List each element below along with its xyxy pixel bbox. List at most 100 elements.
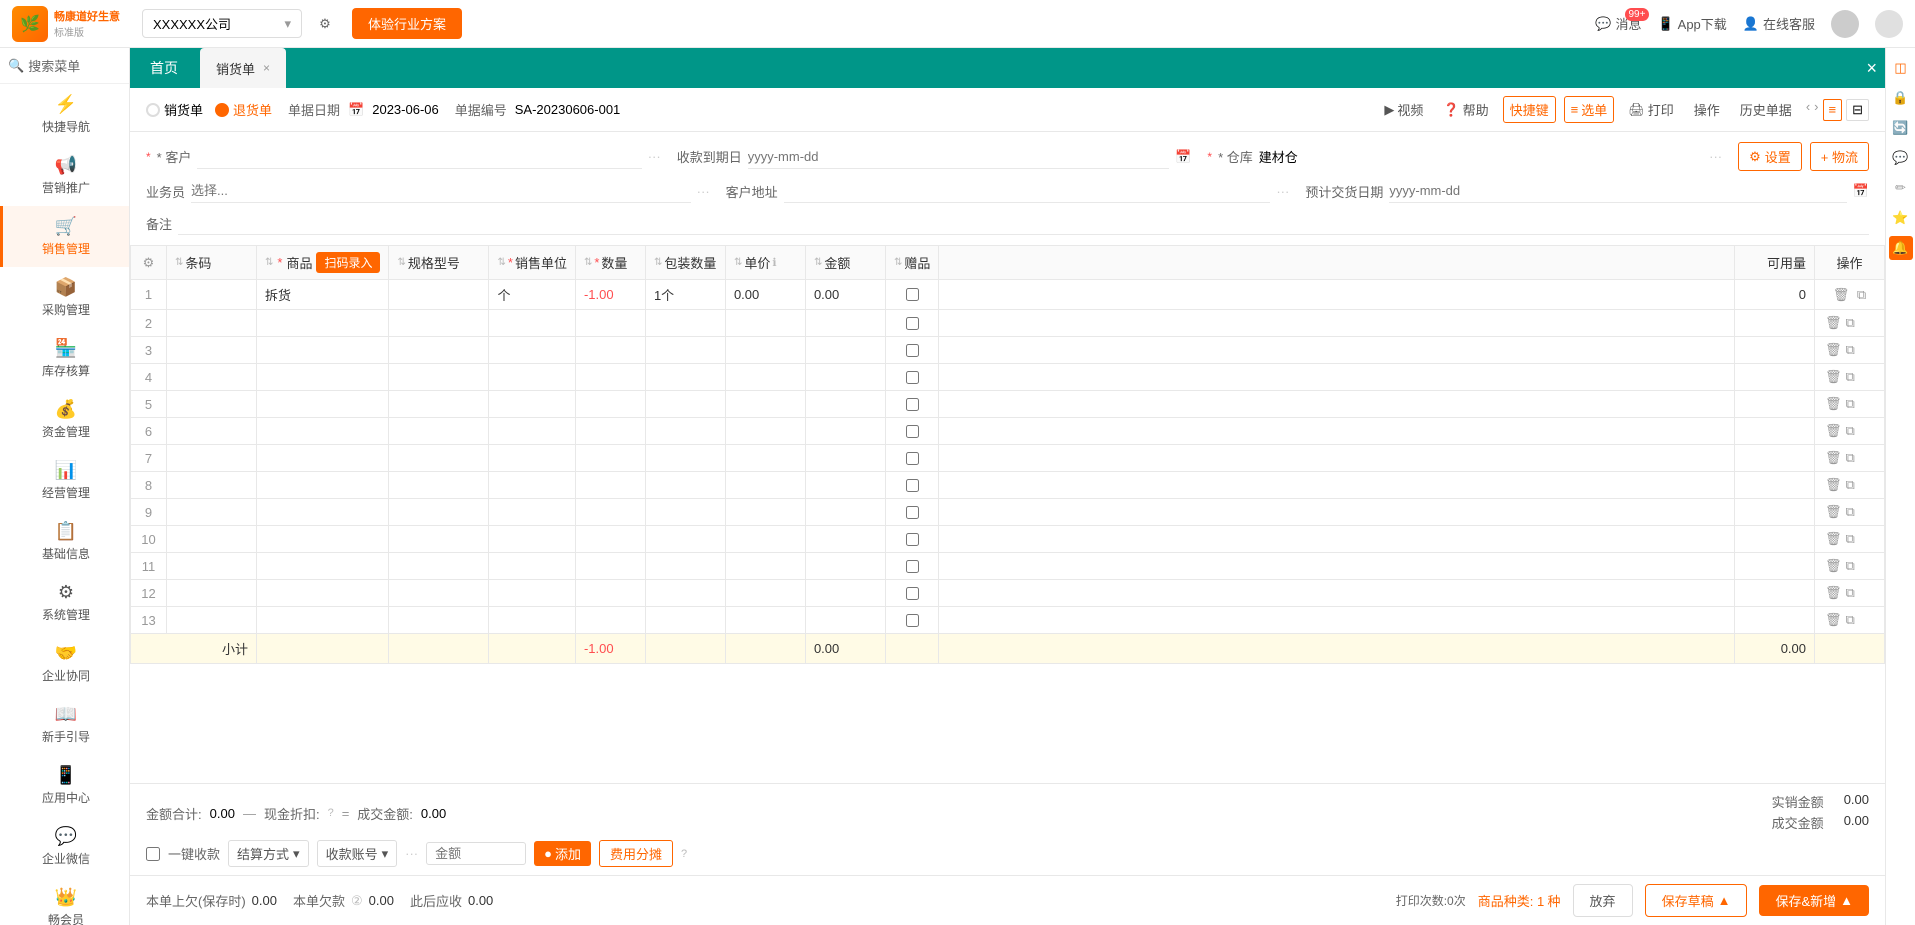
customer-address-input[interactable] [784,179,1271,203]
copy-icon-1[interactable]: ⧉ [1857,287,1866,302]
row-unit-8[interactable] [489,472,575,499]
delete-icon-7[interactable]: 🗑 [1825,450,1842,465]
row-price-4[interactable] [725,364,805,391]
gift-checkbox-8[interactable] [906,479,919,492]
row-spec-10[interactable] [389,526,489,553]
history-button[interactable]: 历史单据 [1734,97,1798,122]
row-pkgqty-9[interactable] [645,499,725,526]
customer-input[interactable] [197,145,641,169]
row-gift-11[interactable] [885,553,938,580]
save-draft-button[interactable]: 保存草稿 ▲ [1645,884,1748,917]
row-amount-6[interactable] [805,418,885,445]
date-picker-icon[interactable]: 📅 [348,102,364,118]
row-pkgqty-10[interactable] [645,526,725,553]
row-unit-9[interactable] [489,499,575,526]
row-barcode-12[interactable] [167,580,257,607]
row-gift-2[interactable] [885,310,938,337]
delete-icon-3[interactable]: 🗑 [1825,342,1842,357]
row-unit-3[interactable] [489,337,575,364]
sidebar-item-wechat[interactable]: 💬 企业微信 [0,816,129,877]
row-barcode-9[interactable] [167,499,257,526]
gift-checkbox-1[interactable] [906,288,919,301]
copy-icon-9[interactable]: ⧉ [1846,504,1855,519]
copy-icon-4[interactable]: ⧉ [1846,369,1855,384]
row-qty-4[interactable] [575,364,645,391]
remarks-input[interactable] [178,211,1869,235]
row-pkgqty-13[interactable] [645,607,725,634]
copy-icon-13[interactable]: ⧉ [1846,612,1855,627]
row-spec-9[interactable] [389,499,489,526]
price-help-icon[interactable]: ℹ [772,256,776,269]
row-goods-10[interactable] [257,526,389,553]
sidebar-item-inventory[interactable]: 🏪 库存核算 [0,328,129,389]
row-gift-4[interactable] [885,364,938,391]
row-goods-13[interactable] [257,607,389,634]
row-gift-12[interactable] [885,580,938,607]
row-goods-1[interactable]: 拆货 [257,280,389,310]
row-amount-3[interactable] [805,337,885,364]
row-spec-7[interactable] [389,445,489,472]
copy-icon-3[interactable]: ⧉ [1846,342,1855,357]
row-barcode-6[interactable] [167,418,257,445]
abandon-button[interactable]: 放弃 [1573,884,1633,917]
row-gift-7[interactable] [885,445,938,472]
row-goods-2[interactable] [257,310,389,337]
row-spec-8[interactable] [389,472,489,499]
gift-checkbox-13[interactable] [906,614,919,627]
copy-icon-10[interactable]: ⧉ [1846,531,1855,546]
row-goods-11[interactable] [257,553,389,580]
row-pkgqty-7[interactable] [645,445,725,472]
delete-icon-9[interactable]: 🗑 [1825,504,1842,519]
row-pkgqty-6[interactable] [645,418,725,445]
row-barcode-7[interactable] [167,445,257,472]
customer-address-dots-icon[interactable]: ··· [1276,184,1289,199]
row-qty-9[interactable] [575,499,645,526]
row-pkgqty-8[interactable] [645,472,725,499]
row-amount-10[interactable] [805,526,885,553]
sidebar-item-finance[interactable]: 💰 资金管理 [0,389,129,450]
copy-icon-5[interactable]: ⧉ [1846,396,1855,411]
collection-date-input[interactable] [748,145,1170,169]
gift-checkbox-4[interactable] [906,371,919,384]
settlement-method-select[interactable]: 结算方式 ▾ [228,840,309,867]
row-price-3[interactable] [725,337,805,364]
sidebar-item-enterprise[interactable]: 🤝 企业协同 [0,633,129,694]
calendar-icon[interactable]: 📅 [1175,149,1191,165]
delete-icon-2[interactable]: 🗑 [1825,315,1842,330]
row-qty-10[interactable] [575,526,645,553]
sidebar-item-system[interactable]: ⚙ 系统管理 [0,572,129,633]
gift-checkbox-11[interactable] [906,560,919,573]
scan-button[interactable]: 扫码录入 [316,252,380,273]
operation-button[interactable]: 操作 [1688,97,1726,122]
row-goods-8[interactable] [257,472,389,499]
row-gift-1[interactable] [885,280,938,310]
chevron-left-icon[interactable]: ‹ [1806,99,1810,121]
sidebar-item-basic-info[interactable]: 📋 基础信息 [0,511,129,572]
row-pkgqty-5[interactable] [645,391,725,418]
row-spec-13[interactable] [389,607,489,634]
row-goods-6[interactable] [257,418,389,445]
amount-input[interactable] [426,842,526,865]
row-price-5[interactable] [725,391,805,418]
row-price-6[interactable] [725,418,805,445]
rp-bell-button[interactable]: 🔔 [1889,236,1913,260]
row-unit-1[interactable]: 个 [489,280,575,310]
gift-checkbox-5[interactable] [906,398,919,411]
copy-icon-2[interactable]: ⧉ [1846,315,1855,330]
row-spec-6[interactable] [389,418,489,445]
account-dots-icon[interactable]: ··· [405,846,418,861]
expense-split-button[interactable]: 费用分摊 [599,840,673,867]
row-qty-7[interactable] [575,445,645,472]
row-pkgqty-2[interactable] [645,310,725,337]
tab-active[interactable]: 销货单 × [200,48,286,88]
salesperson-dots-icon[interactable]: ··· [697,184,710,199]
gift-checkbox-12[interactable] [906,587,919,600]
delete-icon-1[interactable]: 🗑 [1833,287,1850,302]
row-qty-3[interactable] [575,337,645,364]
gift-checkbox-3[interactable] [906,344,919,357]
sidebar-item-member[interactable]: 👑 畅会员 [0,877,129,925]
row-amount-7[interactable] [805,445,885,472]
row-amount-4[interactable] [805,364,885,391]
delete-icon-6[interactable]: 🗑 [1825,423,1842,438]
one-click-pay-checkbox[interactable] [146,847,160,861]
